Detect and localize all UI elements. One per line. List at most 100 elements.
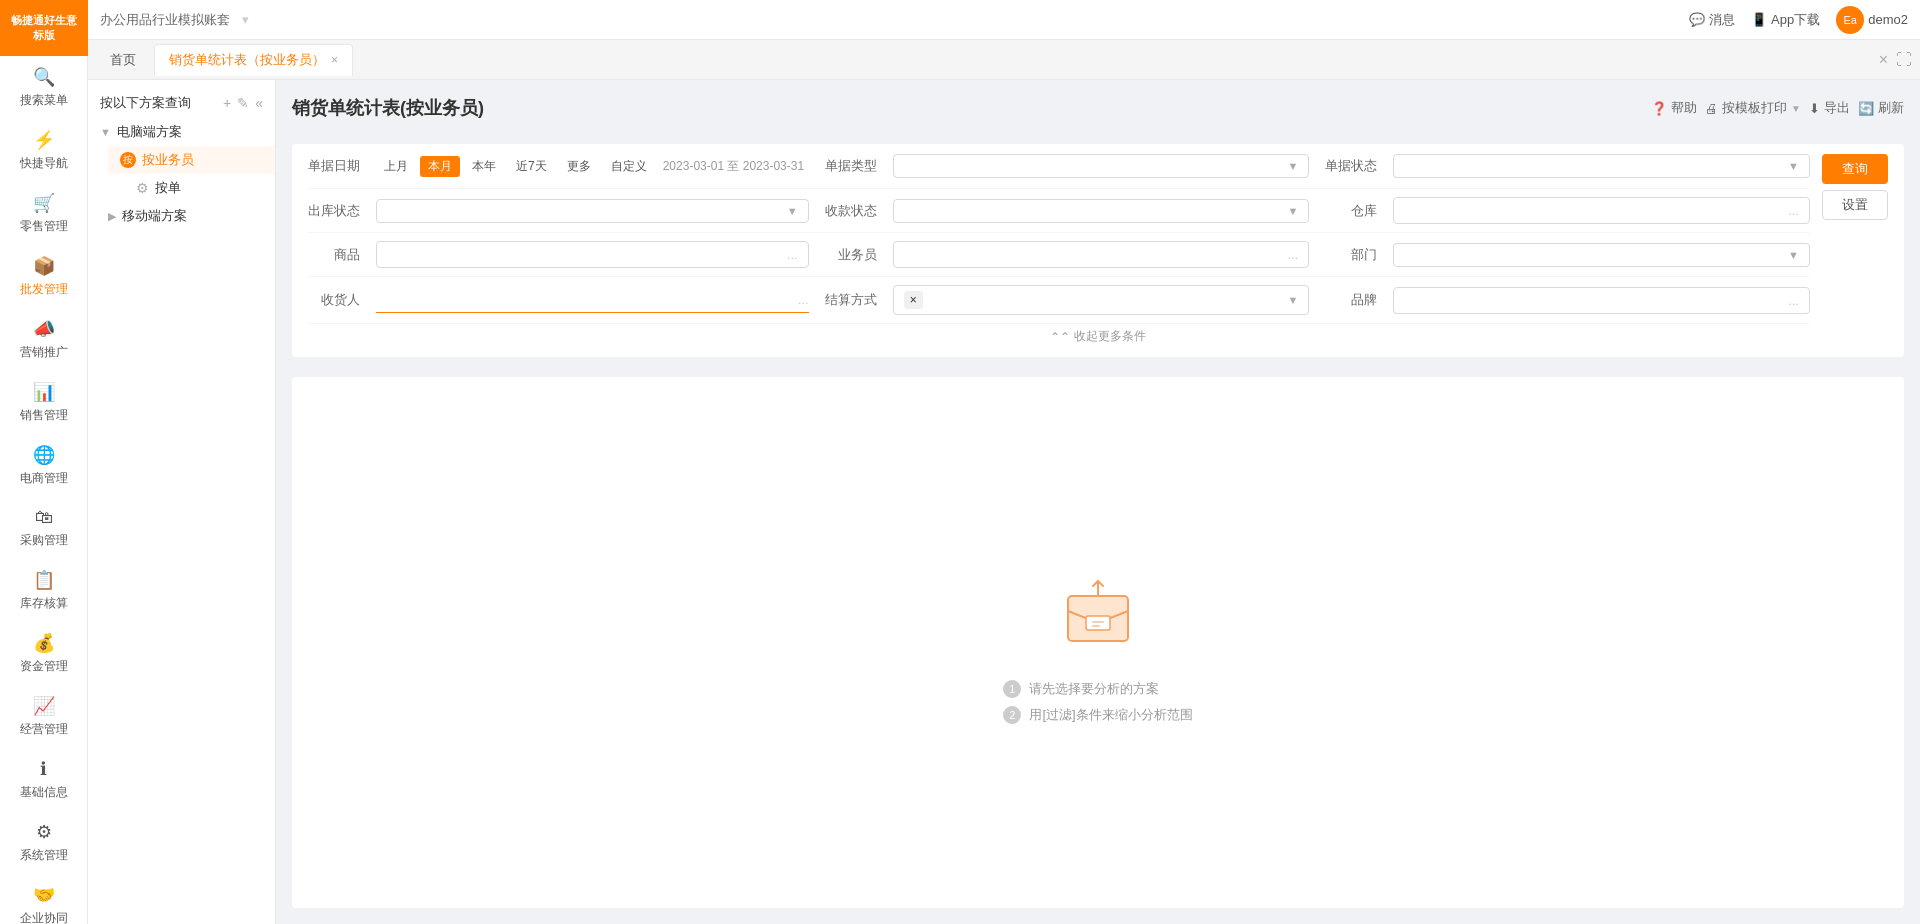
- window-close-button[interactable]: ×: [1879, 51, 1888, 69]
- tip2-text: 用[过滤]条件来缩小分析范围: [1029, 706, 1192, 724]
- tab-sales-stats[interactable]: 销货单统计表（按业务员） ×: [154, 44, 353, 76]
- docstatus-filter-cell: 单据状态 ▼: [1309, 144, 1810, 188]
- message-label: 消息: [1709, 11, 1735, 29]
- date-tab-7days[interactable]: 近7天: [508, 156, 555, 177]
- doctype-arrow: ▼: [1287, 160, 1298, 172]
- department-select[interactable]: ▼: [1393, 243, 1810, 267]
- sidebar-item-label: 搜索菜单: [20, 92, 68, 109]
- payment-status-select[interactable]: ▼: [893, 199, 1310, 223]
- settlement-select[interactable]: × ▼: [893, 285, 1310, 315]
- sidebar-item-label: 批发管理: [20, 281, 68, 298]
- sidebar-item-system[interactable]: ⚙ 系统管理: [0, 811, 87, 874]
- date-filter-cell: 单据日期 上月 本月 本年 近7天 更多 自定义 2023-03-01 至 20…: [308, 144, 809, 188]
- tab-sales-stats-label: 销货单统计表（按业务员）: [169, 51, 325, 69]
- sidebar-item-inventory[interactable]: 📋 库存核算: [0, 559, 87, 622]
- search-icon: 🔍: [33, 66, 55, 88]
- content-body: 1 请先选择要分析的方案 2 用[过滤]条件来缩小分析范围: [292, 377, 1904, 908]
- sidebar-item-search[interactable]: 🔍 搜索菜单: [0, 56, 87, 119]
- tree-item-by-staff[interactable]: 按 按业务员: [108, 146, 275, 174]
- date-tab-more[interactable]: 更多: [559, 156, 599, 177]
- right-panel: 销货单统计表(按业务员) ❓ 帮助 🖨 按模板打印 ▼ ⬇ 导出: [276, 80, 1920, 924]
- filter-area: 单据日期 上月 本月 本年 近7天 更多 自定义 2023-03-01 至 20…: [292, 144, 1904, 357]
- sidebar-item-retail[interactable]: 🛒 零售管理: [0, 182, 87, 245]
- tab-close-icon[interactable]: ×: [331, 53, 338, 67]
- settings-button[interactable]: 设置: [1822, 190, 1888, 220]
- tip1-num: 1: [1003, 680, 1021, 698]
- wholesale-icon: 📦: [33, 255, 55, 277]
- brand-input[interactable]: ...: [1393, 287, 1810, 314]
- tree-mobile-section[interactable]: ▶ 移动端方案: [108, 202, 275, 230]
- tree-sub: 按 按业务员 ⚙ 按单 ▶ 移动端方案: [88, 146, 275, 230]
- tree-item-by-order[interactable]: ⚙ 按单: [108, 174, 275, 202]
- logo[interactable]: 畅捷通好生意 标版: [0, 0, 88, 56]
- collapse-button[interactable]: ⌃⌃ 收起更多条件: [1050, 328, 1146, 345]
- date-tab-custom[interactable]: 自定义: [603, 156, 655, 177]
- top-nav-left: 办公用品行业模拟账套 ▾: [100, 11, 253, 29]
- page-title: 销货单统计表(按业务员): [292, 96, 484, 120]
- ecommerce-icon: 🌐: [33, 444, 55, 466]
- print-button[interactable]: 🖨 按模板打印 ▼: [1705, 99, 1801, 117]
- window-expand-button[interactable]: ⛶: [1896, 51, 1912, 69]
- sidebar-item-ecommerce[interactable]: 🌐 电商管理: [0, 434, 87, 497]
- username-label: demo2: [1868, 12, 1908, 27]
- date-tab-last-month[interactable]: 上月: [376, 156, 416, 177]
- receiver-input[interactable]: ...: [376, 287, 809, 313]
- brand-dots: ...: [1788, 293, 1799, 308]
- edit-scheme-button[interactable]: ✎: [237, 95, 249, 111]
- department-label: 部门: [1325, 246, 1385, 264]
- sidebar-item-sales[interactable]: 📊 销售管理: [0, 371, 87, 434]
- user-menu-button[interactable]: Ea demo2: [1836, 6, 1908, 34]
- retail-icon: 🛒: [33, 192, 55, 214]
- tree-mobile-expand-icon: ▶: [108, 210, 116, 223]
- svg-rect-3: [1092, 621, 1104, 623]
- empty-state: 1 请先选择要分析的方案 2 用[过滤]条件来缩小分析范围: [1003, 377, 1192, 908]
- message-button[interactable]: 💬 消息: [1689, 11, 1735, 29]
- svg-rect-4: [1092, 625, 1100, 627]
- query-button[interactable]: 查询: [1822, 154, 1888, 184]
- warehouse-dots: ...: [1788, 203, 1799, 218]
- date-tab-this-year[interactable]: 本年: [464, 156, 504, 177]
- sidebar-item-label: 零售管理: [20, 218, 68, 235]
- tree-item-icon: ⚙: [136, 180, 149, 196]
- refresh-button[interactable]: 🔄 刷新: [1858, 99, 1904, 117]
- collapse-panel-button[interactable]: «: [255, 95, 263, 111]
- date-tab-this-month[interactable]: 本月: [420, 156, 460, 177]
- staff-input[interactable]: ...: [893, 241, 1310, 268]
- brand-label: 品牌: [1325, 291, 1385, 309]
- sidebar-item-finance[interactable]: 💰 资金管理: [0, 622, 87, 685]
- inventory-icon: 📋: [33, 569, 55, 591]
- sidebar-item-enterprise[interactable]: 🤝 企业协同: [0, 874, 87, 924]
- collapse-label: 收起更多条件: [1074, 328, 1146, 345]
- sidebar-item-basic[interactable]: ℹ 基础信息: [0, 748, 87, 811]
- sidebar-item-operation[interactable]: 📈 经营管理: [0, 685, 87, 748]
- sidebar-item-shortcut[interactable]: ⚡ 快捷导航: [0, 119, 87, 182]
- help-icon: ❓: [1651, 101, 1667, 116]
- main-top: 销货单统计表(按业务员) ❓ 帮助 🖨 按模板打印 ▼ ⬇ 导出: [292, 96, 1904, 120]
- receiver-dots: ...: [798, 292, 809, 307]
- help-button[interactable]: ❓ 帮助: [1651, 99, 1697, 117]
- settlement-x-tag: ×: [904, 291, 923, 309]
- tree-item-label: 按单: [155, 179, 181, 197]
- sidebar-item-wholesale[interactable]: 📦 批发管理: [0, 245, 87, 308]
- sidebar-item-marketing[interactable]: 📣 营销推广: [0, 308, 87, 371]
- product-input[interactable]: ...: [376, 241, 809, 268]
- enterprise-icon: 🤝: [33, 884, 55, 906]
- tree-desktop-label: 电脑端方案: [117, 123, 182, 141]
- add-scheme-button[interactable]: +: [223, 95, 231, 111]
- sidebar-item-label: 系统管理: [20, 847, 68, 864]
- tip2-num: 2: [1003, 706, 1021, 724]
- doctype-select[interactable]: ▼: [893, 154, 1310, 178]
- stock-status-select[interactable]: ▼: [376, 199, 809, 223]
- avatar-initials: Ea: [1844, 14, 1857, 26]
- sidebar-item-purchase[interactable]: 🛍 采购管理: [0, 497, 87, 559]
- avatar: Ea: [1836, 6, 1864, 34]
- logo-text: 畅捷通好生意 标版: [11, 13, 77, 44]
- warehouse-input[interactable]: ...: [1393, 197, 1810, 224]
- docstatus-select[interactable]: ▼: [1393, 154, 1810, 178]
- tab-home[interactable]: 首页: [96, 44, 150, 76]
- operation-icon: 📈: [33, 695, 55, 717]
- tree-desktop-section[interactable]: ▼ 电脑端方案: [88, 118, 275, 146]
- export-button[interactable]: ⬇ 导出: [1809, 99, 1850, 117]
- app-download-button[interactable]: 📱 App下载: [1751, 11, 1820, 29]
- sidebar-item-label: 快捷导航: [20, 155, 68, 172]
